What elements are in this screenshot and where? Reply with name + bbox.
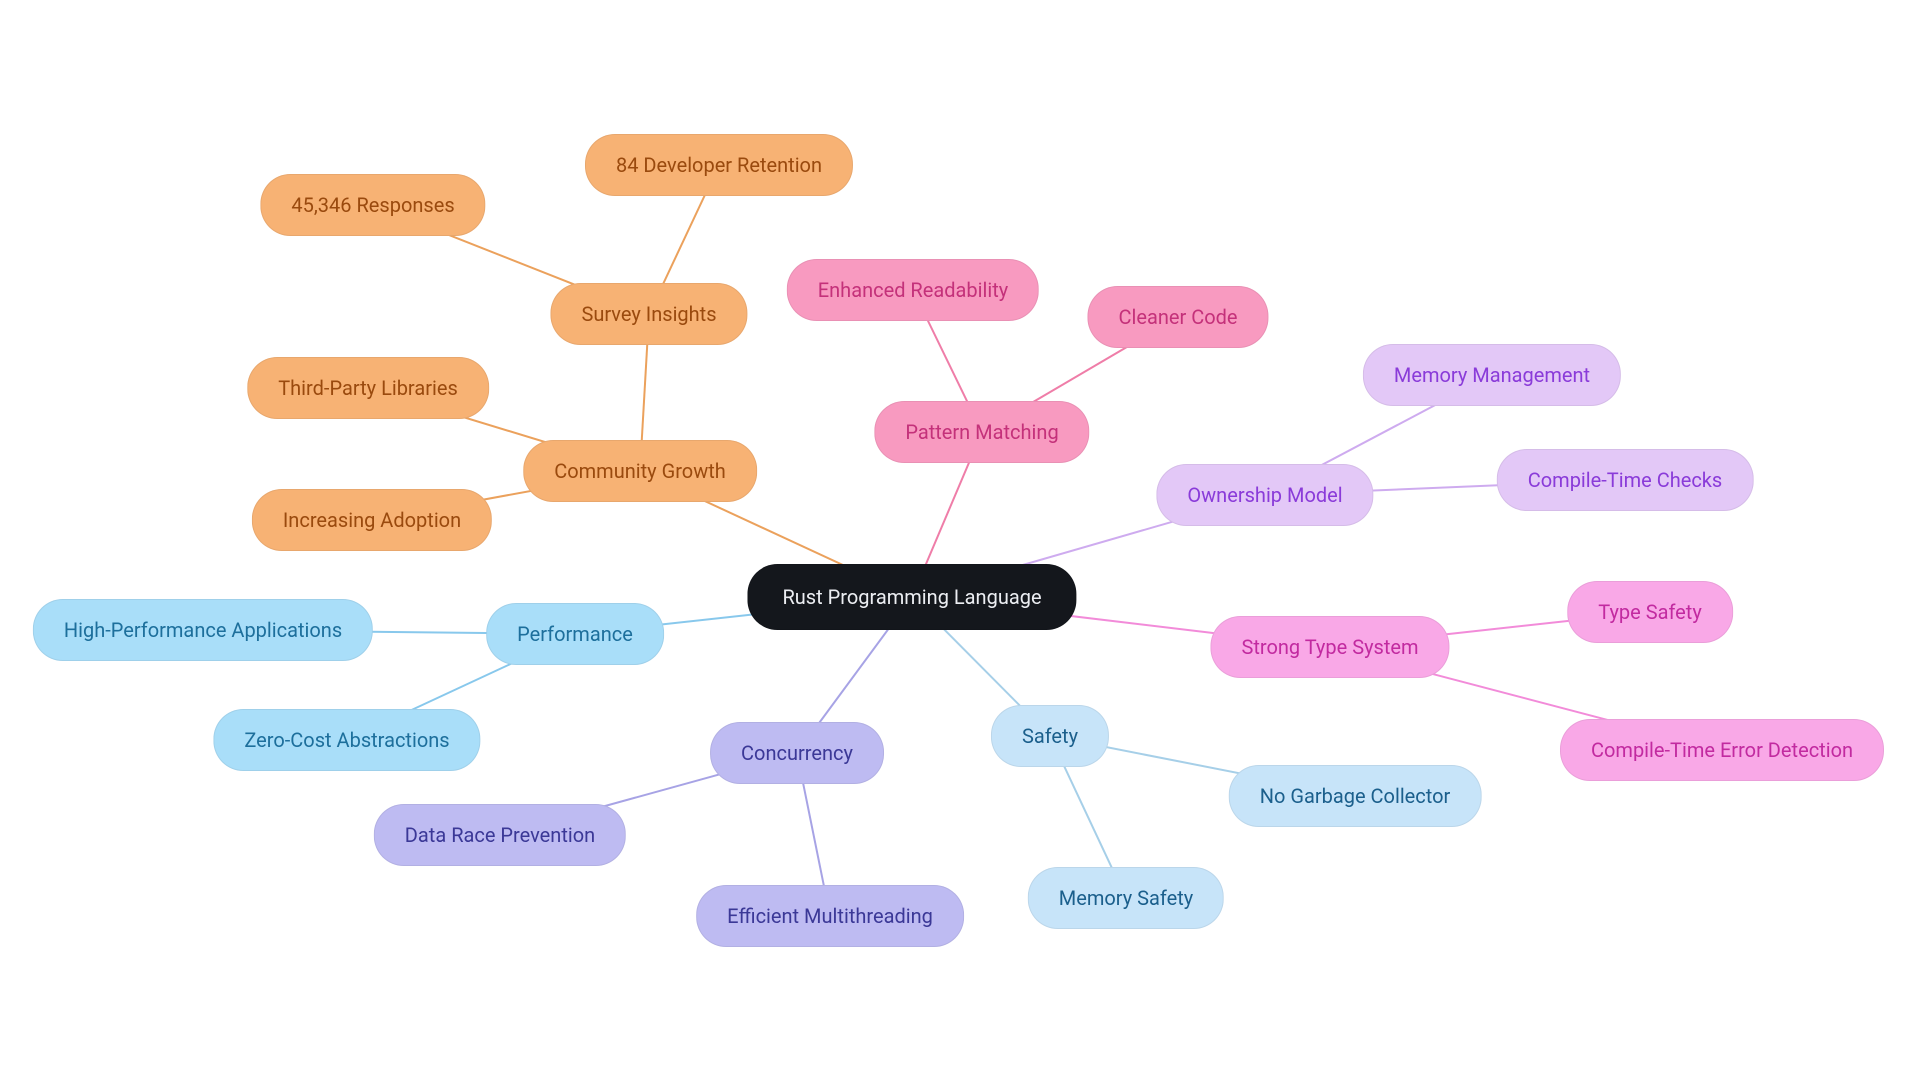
- node-data-race[interactable]: Data Race Prevention: [374, 804, 626, 866]
- node-mem-safety[interactable]: Memory Safety: [1028, 867, 1224, 929]
- node-performance[interactable]: Performance: [486, 603, 664, 665]
- node-survey[interactable]: Survey Insights: [550, 283, 747, 345]
- node-readability[interactable]: Enhanced Readability: [787, 259, 1039, 321]
- node-responses[interactable]: 45,346 Responses: [260, 174, 485, 236]
- node-third-party[interactable]: Third-Party Libraries: [247, 357, 489, 419]
- node-cleaner[interactable]: Cleaner Code: [1087, 286, 1268, 348]
- node-retention[interactable]: 84 Developer Retention: [585, 134, 853, 196]
- node-compile-checks[interactable]: Compile-Time Checks: [1497, 449, 1754, 511]
- node-no-gc[interactable]: No Garbage Collector: [1229, 765, 1482, 827]
- node-ownership[interactable]: Ownership Model: [1156, 464, 1373, 526]
- mindmap-canvas: Rust Programming Language Ownership Model…: [0, 0, 1920, 1083]
- node-ct-error[interactable]: Compile-Time Error Detection: [1560, 719, 1884, 781]
- node-type-safety[interactable]: Type Safety: [1567, 581, 1733, 643]
- node-adoption[interactable]: Increasing Adoption: [252, 489, 492, 551]
- node-type-system[interactable]: Strong Type System: [1210, 616, 1449, 678]
- node-high-perf[interactable]: High-Performance Applications: [33, 599, 373, 661]
- node-center[interactable]: Rust Programming Language: [747, 564, 1076, 630]
- node-efficient-mt[interactable]: Efficient Multithreading: [696, 885, 964, 947]
- node-safety[interactable]: Safety: [991, 705, 1109, 767]
- node-concurrency[interactable]: Concurrency: [710, 722, 884, 784]
- node-zero-cost[interactable]: Zero-Cost Abstractions: [213, 709, 480, 771]
- node-mem-mgmt[interactable]: Memory Management: [1363, 344, 1621, 406]
- node-community[interactable]: Community Growth: [523, 440, 757, 502]
- node-pattern[interactable]: Pattern Matching: [874, 401, 1089, 463]
